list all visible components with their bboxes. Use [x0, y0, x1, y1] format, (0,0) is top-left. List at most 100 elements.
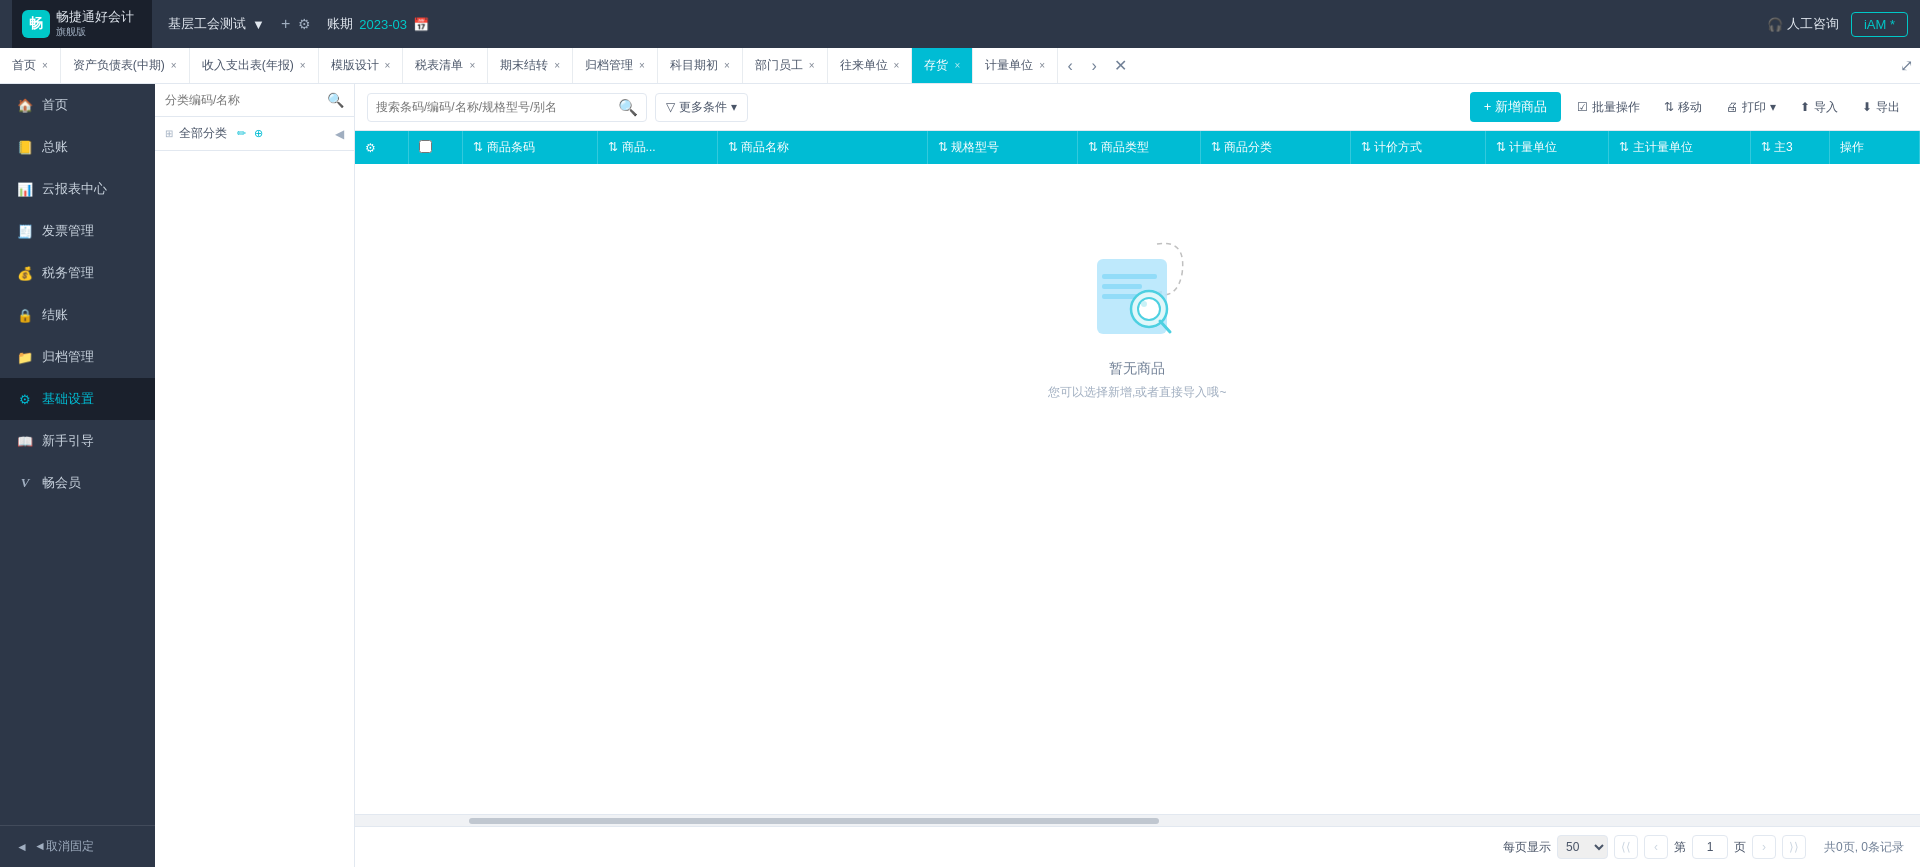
- tab-label: 资产负债表(中期): [73, 57, 165, 74]
- tab-home[interactable]: 首页 ×: [0, 48, 61, 84]
- help-button[interactable]: 🎧 人工咨询: [1767, 15, 1839, 33]
- sidebar-item-archive[interactable]: 📁 归档管理: [0, 336, 155, 378]
- tab-close-icon[interactable]: ×: [42, 60, 48, 71]
- tab-template[interactable]: 模版设计 ×: [319, 48, 404, 84]
- select-all-checkbox[interactable]: [419, 140, 432, 153]
- filter-button[interactable]: ▽ 更多条件 ▾: [655, 93, 748, 122]
- next-page-button[interactable]: ›: [1752, 835, 1776, 859]
- first-page-button[interactable]: ⟨⟨: [1614, 835, 1638, 859]
- col-header-check[interactable]: [409, 131, 463, 164]
- company-selector[interactable]: 基层工会测试 ▼: [160, 11, 273, 37]
- tab-close-icon[interactable]: ×: [300, 60, 306, 71]
- category-search-icon[interactable]: 🔍: [327, 92, 344, 108]
- collapse-panel-icon[interactable]: ◀: [335, 127, 344, 141]
- add-tab-icon[interactable]: +: [281, 15, 290, 33]
- tab-income[interactable]: 收入支出表(年报) ×: [190, 48, 319, 84]
- ledger-icon: 📒: [16, 138, 34, 156]
- print-button[interactable]: 🖨 打印 ▾: [1718, 94, 1784, 121]
- tab-next-btn[interactable]: ›: [1082, 48, 1106, 84]
- add-category-icon[interactable]: ⊕: [254, 127, 263, 140]
- tab-close-icon[interactable]: ×: [171, 60, 177, 71]
- move-button[interactable]: ⇅ 移动: [1656, 94, 1710, 121]
- sort-icon: ⇅: [1088, 140, 1098, 154]
- tab-expand-btn[interactable]: ⤢: [1892, 48, 1920, 84]
- tab-period-transfer[interactable]: 期末结转 ×: [488, 48, 573, 84]
- per-page-select[interactable]: 50 10 20 100: [1557, 835, 1608, 859]
- tab-archive[interactable]: 归档管理 ×: [573, 48, 658, 84]
- tab-balance-sheet[interactable]: 资产负债表(中期) ×: [61, 48, 190, 84]
- new-product-button[interactable]: + 新增商品: [1470, 92, 1561, 122]
- tab-subject[interactable]: 科目期初 ×: [658, 48, 743, 84]
- tab-close-icon[interactable]: ×: [385, 60, 391, 71]
- tab-prev-btn[interactable]: ‹: [1058, 48, 1082, 84]
- col-header-spec[interactable]: ⇅ 规格型号: [927, 131, 1077, 164]
- tab-close-icon[interactable]: ×: [724, 60, 730, 71]
- headset-icon: 🎧: [1767, 17, 1783, 32]
- pin-label: ◄取消固定: [34, 838, 94, 855]
- tab-unit[interactable]: 计量单位 ×: [973, 48, 1058, 84]
- export-button[interactable]: ⬇ 导出: [1854, 94, 1908, 121]
- export-label: 导出: [1876, 99, 1900, 116]
- sidebar-item-home[interactable]: 🏠 首页: [0, 84, 155, 126]
- col-header-barcode[interactable]: ⇅ 商品条码: [463, 131, 598, 164]
- tab-close-icon[interactable]: ×: [809, 60, 815, 71]
- page-number-input[interactable]: [1692, 835, 1728, 859]
- tab-label: 首页: [12, 57, 36, 74]
- tab-close-icon[interactable]: ×: [639, 60, 645, 71]
- sidebar-label-member: 畅会员: [42, 474, 81, 492]
- calendar-icon[interactable]: 📅: [413, 17, 429, 32]
- sidebar-item-invoice[interactable]: 🧾 发票管理: [0, 210, 155, 252]
- search-code-icon[interactable]: 🔍: [618, 98, 638, 117]
- import-button[interactable]: ⬆ 导入: [1792, 94, 1846, 121]
- account-button[interactable]: iAM *: [1851, 12, 1908, 37]
- tab-close-icon[interactable]: ×: [894, 60, 900, 71]
- col-header-num3[interactable]: ⇅ 主3: [1750, 131, 1829, 164]
- sidebar-pin-toggle[interactable]: ◄ ◄取消固定: [0, 825, 155, 867]
- last-page-button[interactable]: ⟩⟩: [1782, 835, 1806, 859]
- sidebar-item-ledger[interactable]: 📒 总账: [0, 126, 155, 168]
- export-icon: ⬇: [1862, 100, 1872, 114]
- table-header-row: ⚙ ⇅ 商品条码 ⇅ 商品...: [355, 131, 1920, 164]
- tab-contacts[interactable]: 往来单位 ×: [828, 48, 913, 84]
- col-header-category[interactable]: ⇅ 商品分类: [1201, 131, 1351, 164]
- sort-icon: ⇅: [938, 140, 948, 154]
- tab-close-icon[interactable]: ×: [554, 60, 560, 71]
- settings-icon[interactable]: ⚙: [298, 16, 311, 32]
- sidebar-item-tax[interactable]: 💰 税务管理: [0, 252, 155, 294]
- tab-close-icon[interactable]: ×: [1039, 60, 1045, 71]
- col-header-price-method[interactable]: ⇅ 计价方式: [1350, 131, 1485, 164]
- col-header-name[interactable]: ⇅ 商品名称: [718, 131, 928, 164]
- col-header-code[interactable]: ⇅ 商品...: [598, 131, 718, 164]
- search-code-input[interactable]: [376, 100, 614, 114]
- tab-close-icon[interactable]: ×: [469, 60, 475, 71]
- tab-dept[interactable]: 部门员工 ×: [743, 48, 828, 84]
- col-header-gear[interactable]: ⚙: [355, 131, 409, 164]
- sidebar-item-closing[interactable]: 🔒 结账: [0, 294, 155, 336]
- closing-icon: 🔒: [16, 306, 34, 324]
- category-search-input[interactable]: [165, 93, 321, 107]
- col-header-unit[interactable]: ⇅ 计量单位: [1485, 131, 1608, 164]
- table-container: ⚙ ⇅ 商品条码 ⇅ 商品...: [355, 131, 1920, 814]
- tab-close-all-btn[interactable]: ✕: [1106, 48, 1134, 84]
- sidebar-item-member[interactable]: V 畅会员: [0, 462, 155, 504]
- pin-icon: ◄: [16, 840, 28, 854]
- prev-page-button[interactable]: ‹: [1644, 835, 1668, 859]
- left-panel: 🔍 ⊞ 全部分类 ✏ ⊕ ◀: [155, 84, 355, 867]
- per-page-label: 每页显示: [1503, 839, 1551, 856]
- period-value: 2023-03: [359, 17, 407, 32]
- horizontal-scrollbar[interactable]: [355, 814, 1920, 826]
- edit-category-icon[interactable]: ✏: [237, 127, 246, 140]
- tab-close-icon[interactable]: ×: [954, 60, 960, 71]
- sidebar-label-guide: 新手引导: [42, 432, 94, 450]
- col-header-main-unit[interactable]: ⇅ 主计量单位: [1609, 131, 1750, 164]
- sidebar-item-reports[interactable]: 📊 云报表中心: [0, 168, 155, 210]
- chevron-down-icon: ▼: [252, 17, 265, 32]
- sidebar-item-settings[interactable]: ⚙ 基础设置: [0, 378, 155, 420]
- tab-inventory[interactable]: 存货 ×: [912, 48, 973, 84]
- sidebar-item-guide[interactable]: 📖 新手引导: [0, 420, 155, 462]
- category-tree-root[interactable]: ⊞ 全部分类 ✏ ⊕ ◀: [155, 117, 354, 151]
- col-header-type[interactable]: ⇅ 商品类型: [1077, 131, 1200, 164]
- scroll-thumb[interactable]: [469, 818, 1159, 824]
- tab-tax-list[interactable]: 税表清单 ×: [403, 48, 488, 84]
- batch-operation-button[interactable]: ☑ 批量操作: [1569, 94, 1648, 121]
